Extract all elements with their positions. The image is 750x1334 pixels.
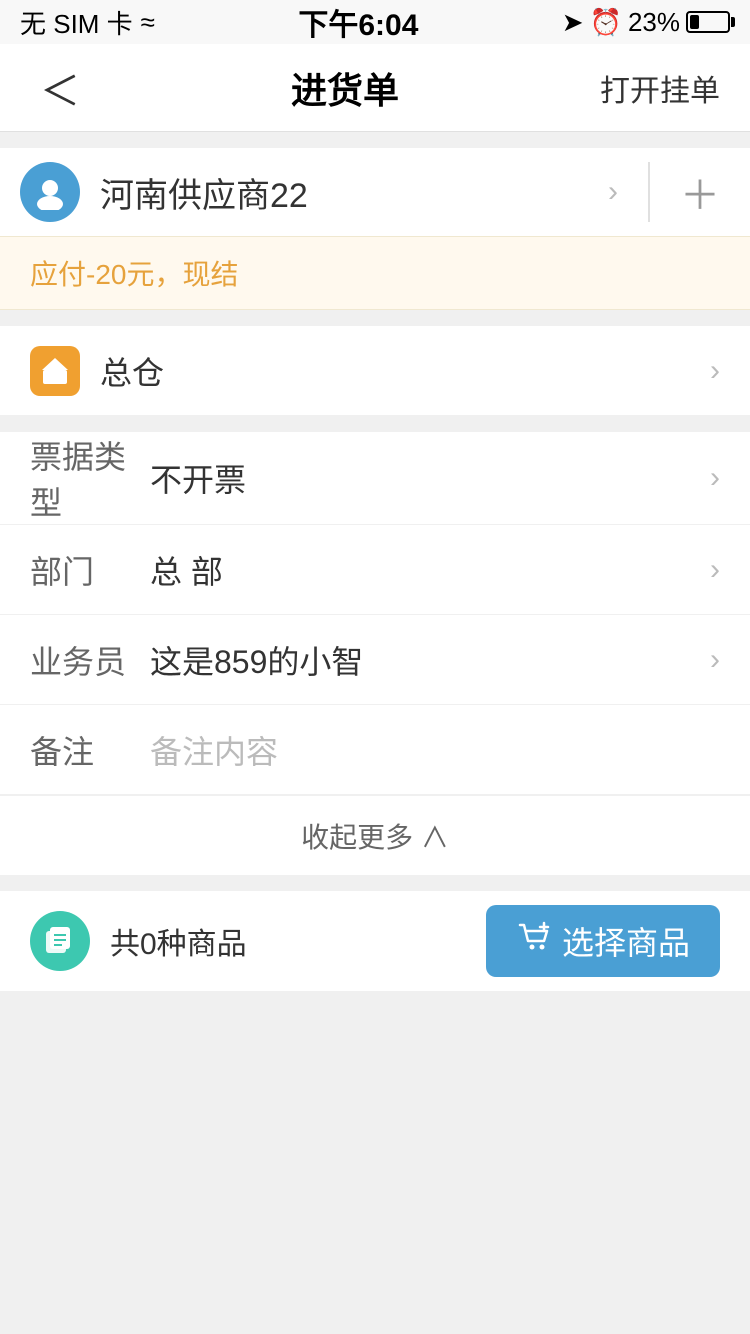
remark-label: 备注	[30, 727, 150, 773]
supplier-name: 河南供应商22	[100, 168, 608, 217]
salesperson-chevron-icon: ›	[710, 643, 720, 677]
select-product-button[interactable]: 选择商品	[486, 905, 720, 977]
product-count-wrap: 共0种商品	[30, 911, 247, 971]
warehouse-name: 总仓	[100, 348, 710, 394]
back-button[interactable]: ＜	[30, 49, 90, 127]
supplier-row[interactable]: 河南供应商22 › ＋	[0, 148, 750, 236]
open-pending-button[interactable]: 打开挂单	[600, 66, 720, 110]
add-supplier-button[interactable]: ＋	[660, 153, 730, 231]
notice-text: 应付-20元，现结	[30, 259, 238, 290]
invoice-type-label: 票据类型	[30, 432, 150, 524]
invoice-type-row[interactable]: 票据类型 不开票 ›	[0, 432, 750, 525]
warehouse-row[interactable]: 总仓 ›	[0, 326, 750, 416]
form-divider	[0, 416, 750, 432]
status-right: ➤ ⏰ 23%	[562, 7, 730, 38]
product-count-text: 共0种商品	[110, 919, 247, 963]
status-bar: 无 SIM 卡 ≈ 下午6:04 ➤ ⏰ 23%	[0, 0, 750, 44]
invoice-type-value: 不开票	[150, 455, 710, 501]
salesperson-value: 这是859的小智	[150, 637, 710, 683]
remark-placeholder: 备注内容	[150, 727, 720, 773]
department-value: 总 部	[150, 547, 710, 593]
alarm-icon: ⏰	[590, 7, 622, 38]
nav-bar: ＜ 进货单 打开挂单	[0, 44, 750, 132]
cart-icon	[516, 919, 552, 963]
battery-percent: 23%	[628, 7, 680, 38]
supplier-divider	[648, 162, 650, 222]
department-label: 部门	[30, 547, 150, 593]
battery-icon	[686, 11, 730, 33]
top-divider	[0, 132, 750, 148]
status-left: 无 SIM 卡 ≈	[20, 4, 155, 41]
supplier-avatar	[20, 162, 80, 222]
warehouse-chevron-icon: ›	[710, 354, 720, 388]
supplier-chevron-icon: ›	[608, 175, 618, 209]
product-bar: 共0种商品 选择商品	[0, 891, 750, 991]
location-icon: ➤	[562, 7, 584, 38]
invoice-type-chevron-icon: ›	[710, 461, 720, 495]
collapse-row[interactable]: 收起更多 ∧	[0, 795, 750, 875]
wifi-icon: ≈	[141, 7, 155, 38]
salesperson-row[interactable]: 业务员 这是859的小智 ›	[0, 615, 750, 705]
notice-bar: 应付-20元，现结	[0, 236, 750, 310]
collapse-label: 收起更多 ∧	[301, 816, 449, 856]
sim-text: 无 SIM 卡	[20, 4, 133, 41]
salesperson-label: 业务员	[30, 637, 150, 683]
department-chevron-icon: ›	[710, 553, 720, 587]
page-title: 进货单	[291, 62, 399, 114]
warehouse-divider	[0, 310, 750, 326]
status-time: 下午6:04	[298, 0, 418, 44]
product-icon	[30, 911, 90, 971]
warehouse-icon	[30, 346, 80, 396]
select-product-label: 选择商品	[562, 918, 690, 964]
remark-row[interactable]: 备注 备注内容	[0, 705, 750, 795]
bottom-divider	[0, 875, 750, 891]
department-row[interactable]: 部门 总 部 ›	[0, 525, 750, 615]
page-background	[0, 991, 750, 1291]
